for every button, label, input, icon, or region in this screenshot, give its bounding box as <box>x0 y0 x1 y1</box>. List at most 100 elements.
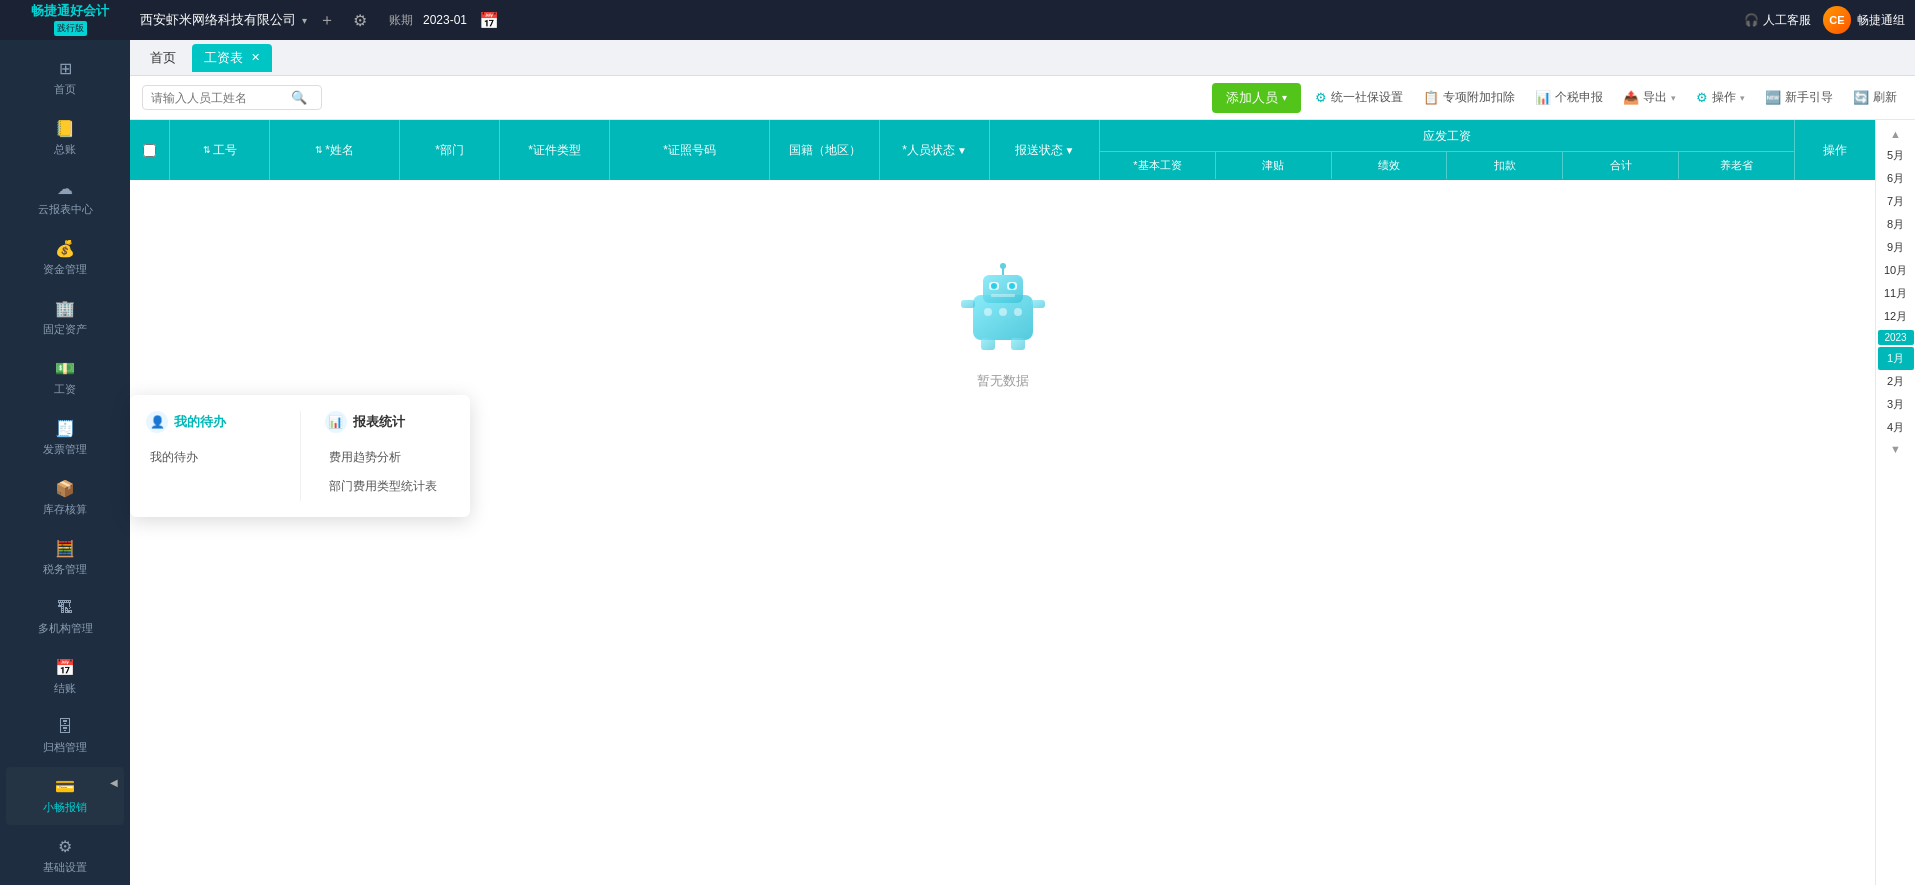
user-name: 畅捷通组 <box>1857 12 1905 29</box>
settings-icon[interactable]: ⚙ <box>347 11 373 30</box>
cal-month-9[interactable]: 9月 <box>1878 236 1914 259</box>
sidebar-cloud-label: 云报表中心 <box>38 202 93 217</box>
guide-btn-label: 新手引导 <box>1785 89 1833 106</box>
cal-month-5[interactable]: 5月 <box>1878 144 1914 167</box>
sidebar-assets-label: 固定资产 <box>43 322 87 337</box>
sidebar-salary-label: 工资 <box>54 382 76 397</box>
sidebar-item-fund[interactable]: 💰 资金管理 <box>6 229 124 287</box>
headset-icon: 🎧 <box>1744 13 1759 27</box>
table-container: 暂无数据 <box>130 180 1875 885</box>
company-dropdown-icon[interactable]: ▾ <box>302 15 307 26</box>
search-box: 🔍 <box>142 85 322 110</box>
cal-month-3[interactable]: 3月 <box>1878 393 1914 416</box>
sidebar-item-closing[interactable]: 📅 结账 <box>6 648 124 706</box>
calendar-up-btn[interactable]: ▲ <box>1882 124 1910 144</box>
cal-month-11[interactable]: 11月 <box>1878 282 1914 305</box>
submenu-item-cost-trend[interactable]: 费用趋势分析 <box>325 443 455 472</box>
cal-month-1[interactable]: 1月 <box>1878 347 1914 370</box>
social-insurance-icon: ⚙ <box>1315 90 1327 105</box>
col-submit: 报送状态 ▼ <box>990 120 1100 180</box>
sidebar-item-invoice[interactable]: 🧾 发票管理 <box>6 409 124 467</box>
action-arrow-icon: ▾ <box>1740 93 1745 103</box>
deduction-icon: 📋 <box>1423 90 1439 105</box>
add-company-btn[interactable]: ＋ <box>313 10 341 31</box>
col-operate: 操作 <box>1795 120 1875 180</box>
service-btn[interactable]: 🎧 人工客服 <box>1744 12 1811 29</box>
svg-rect-14 <box>961 300 975 308</box>
submenu-report-icon: 📊 <box>325 411 347 433</box>
cal-month-6[interactable]: 6月 <box>1878 167 1914 190</box>
svg-point-10 <box>999 308 1007 316</box>
svg-point-9 <box>984 308 992 316</box>
cal-month-12[interactable]: 12月 <box>1878 305 1914 328</box>
sidebar-item-salary[interactable]: 💵 工资 <box>6 349 124 407</box>
action-icon: ⚙ <box>1696 90 1708 105</box>
export-btn[interactable]: 📤 导出 ▾ <box>1617 85 1682 110</box>
col-certtype-label: *证件类型 <box>528 142 581 159</box>
cal-month-7[interactable]: 7月 <box>1878 190 1914 213</box>
sidebar-home-label: 首页 <box>54 82 76 97</box>
refresh-btn[interactable]: 🔄 刷新 <box>1847 85 1903 110</box>
col-name: ⇅ *姓名 <box>270 120 400 180</box>
sidebar-item-assets[interactable]: 🏢 固定资产 <box>6 289 124 347</box>
salary-icon: 💵 <box>55 359 75 378</box>
service-label: 人工客服 <box>1763 12 1811 29</box>
submenu-item-my-pending[interactable]: 我的待办 <box>146 443 276 472</box>
col-submit-label: 报送状态 <box>1015 142 1063 159</box>
refresh-icon: 🔄 <box>1853 90 1869 105</box>
table-header-row: ⇅ 工号 ⇅ *姓名 *部门 *证件类型 <box>130 120 1875 180</box>
user-area[interactable]: CE 畅捷通组 <box>1823 6 1905 34</box>
cal-month-10[interactable]: 10月 <box>1878 259 1914 282</box>
sidebar-item-inventory[interactable]: 📦 库存核算 <box>6 469 124 527</box>
col-certno-label: *证照号码 <box>663 142 716 159</box>
tab-salary[interactable]: 工资表 ✕ <box>192 44 272 72</box>
sidebar-multiorg-label: 多机构管理 <box>38 621 93 636</box>
basic-icon: ⚙ <box>58 837 72 856</box>
wage-group-subs: *基本工资 津贴 绩效 扣款 合计 养老省 <box>1100 152 1794 179</box>
submenu-item-dept-cost[interactable]: 部门费用类型统计表 <box>325 472 455 501</box>
empty-text: 暂无数据 <box>977 372 1029 390</box>
closing-icon: 📅 <box>55 658 75 677</box>
deduction-btn[interactable]: 📋 专项附加扣除 <box>1417 85 1521 110</box>
sidebar-item-archive[interactable]: 🗄 归档管理 <box>6 708 124 765</box>
calendar-icon[interactable]: 📅 <box>473 11 505 30</box>
guide-btn[interactable]: 🆕 新手引导 <box>1759 85 1839 110</box>
app-name: 畅捷通好会计 <box>31 4 109 18</box>
sidebar-ledger-label: 总账 <box>54 142 76 157</box>
submit-filter-icon[interactable]: ▼ <box>1065 145 1075 156</box>
export-arrow-icon: ▾ <box>1671 93 1676 103</box>
tax-report-btn[interactable]: 📊 个税申报 <box>1529 85 1609 110</box>
company-name: 西安虾米网络科技有限公司 <box>140 11 296 29</box>
sidebar-item-multiorg[interactable]: 🏗 多机构管理 <box>6 589 124 646</box>
sidebar-item-ledger[interactable]: 📒 总账 <box>6 109 124 167</box>
submenu-divider <box>300 411 301 501</box>
sidebar-item-xiaochang[interactable]: 💳 小畅报销 ◀ <box>6 767 124 825</box>
sidebar-item-tax[interactable]: 🧮 税务管理 <box>6 529 124 587</box>
submenu-pending-title: 我的待办 <box>174 413 226 431</box>
sidebar: ⊞ 首页 📒 总账 ☁ 云报表中心 💰 资金管理 🏢 固定资产 💵 工资 🧾 发… <box>0 40 130 885</box>
search-icon[interactable]: 🔍 <box>291 90 307 105</box>
col-country: 国籍（地区） <box>770 120 880 180</box>
cal-month-4[interactable]: 4月 <box>1878 416 1914 439</box>
tab-salary-label: 工资表 <box>204 49 243 67</box>
multiorg-icon: 🏗 <box>57 599 73 617</box>
cal-year-label: 2023 <box>1878 330 1914 345</box>
action-btn[interactable]: ⚙ 操作 ▾ <box>1690 85 1751 110</box>
top-bar: 畅捷通好会计 践行版 西安虾米网络科技有限公司 ▾ ＋ ⚙ 账期 2023-01… <box>0 0 1915 40</box>
social-insurance-btn[interactable]: ⚙ 统一社保设置 <box>1309 85 1409 110</box>
search-input[interactable] <box>151 91 291 105</box>
calendar-down-btn[interactable]: ▼ <box>1882 439 1910 459</box>
tab-close-icon[interactable]: ✕ <box>251 51 260 64</box>
sidebar-item-basic[interactable]: ⚙ 基础设置 <box>6 827 124 885</box>
sidebar-item-cloud[interactable]: ☁ 云报表中心 <box>6 169 124 227</box>
home-icon: ⊞ <box>59 59 72 78</box>
add-person-btn[interactable]: 添加人员 ▾ <box>1212 83 1301 113</box>
select-all-checkbox[interactable] <box>143 144 156 157</box>
cal-month-8[interactable]: 8月 <box>1878 213 1914 236</box>
sidebar-item-home[interactable]: ⊞ 首页 <box>6 49 124 107</box>
invoice-icon: 🧾 <box>55 419 75 438</box>
expand-arrow-icon: ◀ <box>110 777 118 788</box>
cal-month-2[interactable]: 2月 <box>1878 370 1914 393</box>
status-filter-icon[interactable]: ▼ <box>957 145 967 156</box>
tab-home[interactable]: 首页 <box>138 44 188 72</box>
